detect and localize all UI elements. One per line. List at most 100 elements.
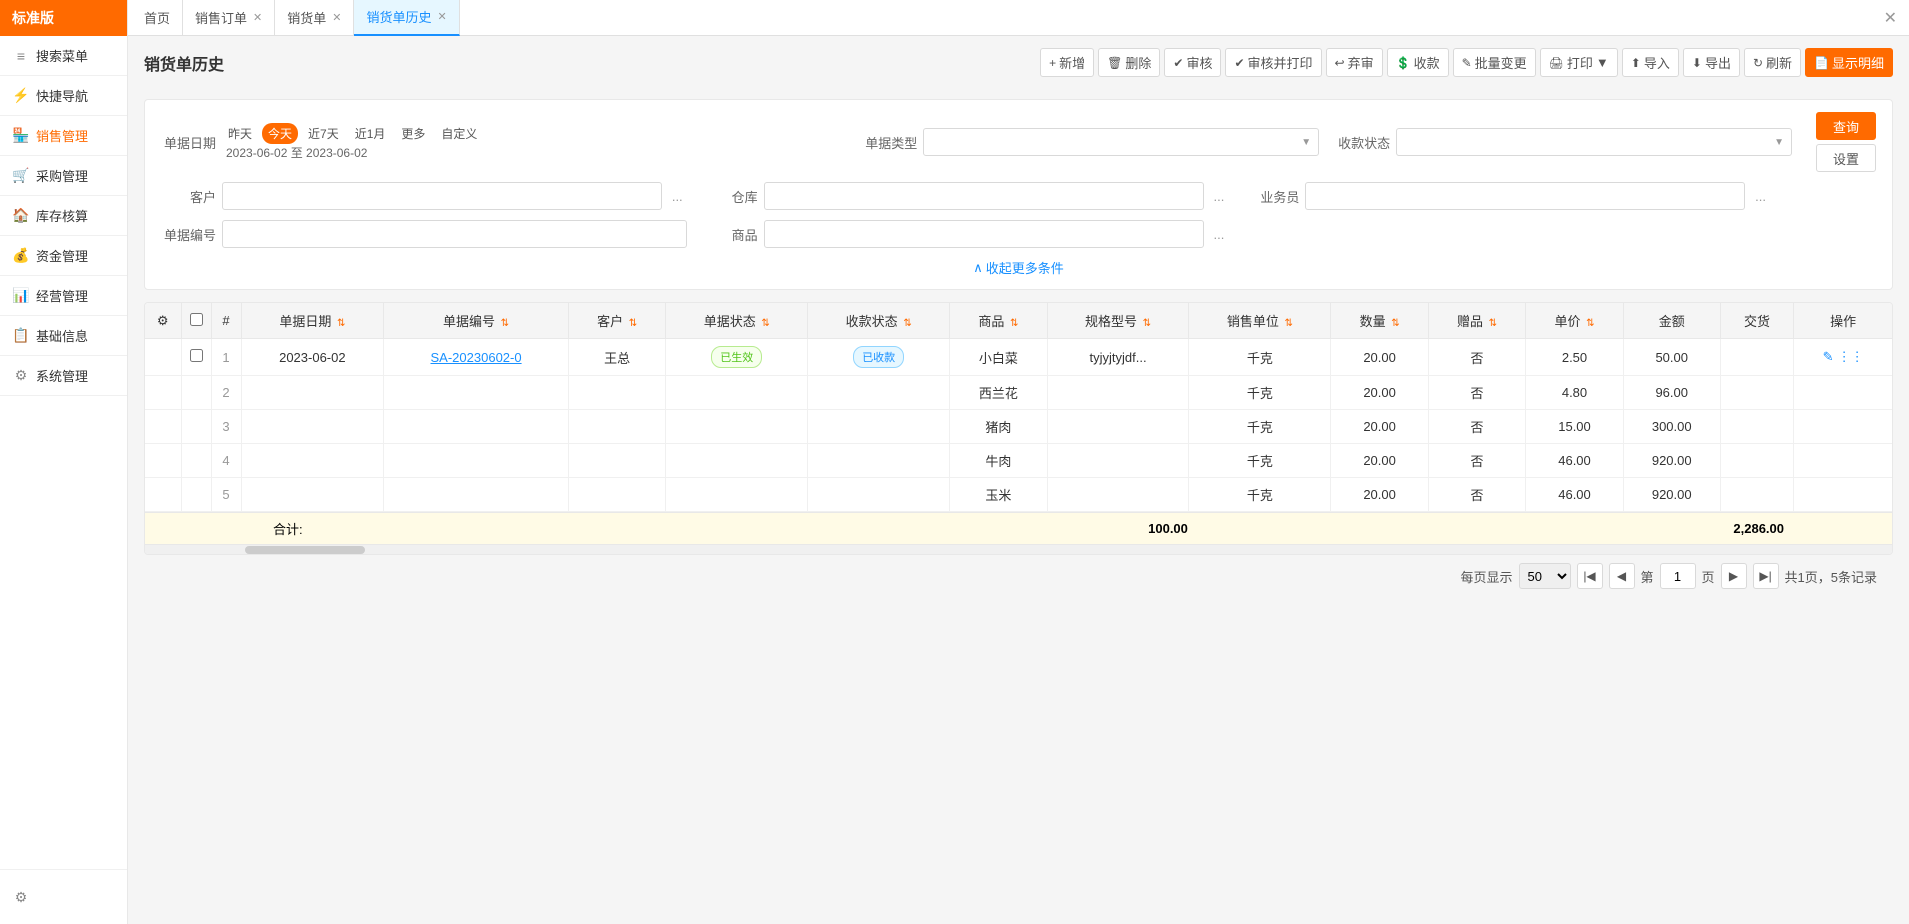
- batch-change-button[interactable]: ✎ 批量变更: [1453, 48, 1536, 77]
- display-detail-button[interactable]: 📄 显示明细: [1805, 48, 1893, 77]
- cell-settings: [145, 444, 181, 478]
- export-button[interactable]: ⬇ 导出: [1683, 48, 1740, 77]
- refresh-button[interactable]: ↻ 刷新: [1744, 48, 1801, 77]
- salesperson-dot[interactable]: ...: [1751, 189, 1770, 204]
- cell-customer: [568, 478, 665, 512]
- sidebar-item-inventory[interactable]: 🏠 库存核算: [0, 196, 127, 236]
- cell-doc-status: [666, 478, 808, 512]
- doc-no-input[interactable]: [222, 220, 687, 248]
- col-unit-price[interactable]: 单价 ⇅: [1526, 303, 1623, 339]
- page-input[interactable]: [1660, 563, 1696, 589]
- doc-status-badge: 已生效: [711, 346, 762, 368]
- col-doc-status[interactable]: 单据状态 ⇅: [666, 303, 808, 339]
- sidebar-item-quicknav[interactable]: ⚡ 快捷导航: [0, 76, 127, 116]
- sidebar-item-sales[interactable]: 🏪 销售管理: [0, 116, 127, 156]
- tab-sales-delivery[interactable]: 销货单 ✕: [275, 0, 354, 36]
- tab-sales-delivery-close[interactable]: ✕: [332, 11, 341, 24]
- doc-type-label: 单据类型: [862, 133, 917, 152]
- sidebar-item-purchase[interactable]: 🛒 采购管理: [0, 156, 127, 196]
- cell-num: 2: [211, 376, 241, 410]
- sidebar-item-label: 资金管理: [36, 246, 88, 265]
- edit-icon[interactable]: ✎: [1823, 349, 1834, 365]
- cell-transaction: [1720, 339, 1794, 376]
- sidebar-item-search[interactable]: ≡ 搜索菜单: [0, 36, 127, 76]
- receipt-button[interactable]: 💲 收款: [1387, 48, 1449, 77]
- tab-home[interactable]: 首页: [132, 0, 183, 36]
- col-gift[interactable]: 赠品 ⇅: [1428, 303, 1525, 339]
- select-all-checkbox[interactable]: [190, 313, 203, 326]
- cell-doc-status: [666, 410, 808, 444]
- salesperson-input[interactable]: [1305, 182, 1745, 210]
- row-checkbox[interactable]: [190, 349, 203, 362]
- warehouse-dot[interactable]: ...: [1210, 189, 1229, 204]
- last-page-button[interactable]: ▶|: [1753, 563, 1779, 589]
- doc-no-link[interactable]: SA-20230602-0: [431, 350, 522, 365]
- query-button[interactable]: 查询: [1816, 112, 1876, 140]
- data-table: ⚙ # 单据日期 ⇅ 单据编号 ⇅: [145, 303, 1892, 512]
- col-goods[interactable]: 商品 ⇅: [950, 303, 1047, 339]
- set-button[interactable]: 设置: [1816, 144, 1876, 172]
- print-button[interactable]: 🖨 打印 ▼: [1540, 48, 1618, 77]
- col-qty[interactable]: 数量 ⇅: [1331, 303, 1428, 339]
- abandon-button[interactable]: ↩ 弃审: [1326, 48, 1383, 77]
- import-button[interactable]: ⬆ 导入: [1622, 48, 1679, 77]
- shortcut-custom[interactable]: 自定义: [435, 123, 483, 144]
- cell-settings: [145, 376, 181, 410]
- col-doc-date[interactable]: 单据日期 ⇅: [241, 303, 384, 339]
- sidebar-item-system[interactable]: ⚙ 系统管理: [0, 356, 127, 396]
- audit-button[interactable]: ✔ 审核: [1164, 48, 1221, 77]
- tab-bar-close[interactable]: ✕: [1884, 8, 1905, 28]
- filter-doc-no: 单据编号: [161, 220, 687, 248]
- goods-input[interactable]: [764, 220, 1204, 248]
- receipt-status-label: 收款状态: [1335, 133, 1390, 152]
- col-receipt-status[interactable]: 收款状态 ⇅: [808, 303, 950, 339]
- customer-input[interactable]: [222, 182, 662, 210]
- cell-spec: [1047, 376, 1189, 410]
- col-customer[interactable]: 客户 ⇅: [568, 303, 665, 339]
- horizontal-scrollbar[interactable]: [145, 544, 1892, 554]
- delete-button[interactable]: 🗑 删除: [1098, 48, 1160, 77]
- first-page-button[interactable]: |◀: [1577, 563, 1603, 589]
- more-icon[interactable]: ⋮⋮: [1838, 349, 1864, 365]
- cell-checkbox: [181, 410, 211, 444]
- settings-bottom-icon: ⚙: [12, 888, 30, 906]
- receipt-status-select[interactable]: [1396, 128, 1792, 156]
- tab-sales-history-close[interactable]: ✕: [438, 10, 447, 23]
- col-unit[interactable]: 销售单位 ⇅: [1189, 303, 1331, 339]
- cell-doc-date: [241, 410, 384, 444]
- tab-sales-order[interactable]: 销售订单 ✕: [183, 0, 275, 36]
- collapse-button[interactable]: ∧ 收起更多条件: [161, 258, 1876, 277]
- doc-type-select[interactable]: [923, 128, 1319, 156]
- col-doc-no[interactable]: 单据编号 ⇅: [384, 303, 569, 339]
- sidebar-item-finance[interactable]: 💰 资金管理: [0, 236, 127, 276]
- col-action: 操作: [1794, 303, 1892, 339]
- col-spec[interactable]: 规格型号 ⇅: [1047, 303, 1189, 339]
- sidebar-item-basic[interactable]: 📋 基础信息: [0, 316, 127, 356]
- main-area: 首页 销售订单 ✕ 销货单 ✕ 销货单历史 ✕ ✕ 销货单历史 + 新增: [128, 0, 1909, 924]
- tab-sales-order-label: 销售订单: [195, 8, 247, 27]
- col-settings[interactable]: ⚙: [145, 303, 181, 339]
- goods-label: 商品: [703, 225, 758, 244]
- date-range-text: 2023-06-02 至 2023-06-02: [226, 144, 483, 161]
- table-settings-icon[interactable]: ⚙: [157, 313, 169, 328]
- scroll-thumb[interactable]: [245, 546, 365, 554]
- sidebar-item-operation[interactable]: 📊 经营管理: [0, 276, 127, 316]
- customer-dot[interactable]: ...: [668, 189, 687, 204]
- per-page-select[interactable]: 50 20 100: [1519, 563, 1571, 589]
- next-page-button[interactable]: ▶: [1721, 563, 1747, 589]
- col-doc-date-sort: ⇅: [337, 318, 345, 329]
- shortcut-7days[interactable]: 近7天: [302, 123, 345, 144]
- sidebar-item-settings-bottom[interactable]: ⚙: [0, 878, 127, 916]
- shortcut-today[interactable]: 今天: [262, 123, 298, 144]
- customer-label: 客户: [161, 187, 216, 206]
- shortcut-yesterday[interactable]: 昨天: [222, 123, 258, 144]
- audit-print-button[interactable]: ✔ 审核并打印: [1225, 48, 1321, 77]
- prev-page-button[interactable]: ◀: [1609, 563, 1635, 589]
- new-button[interactable]: + 新增: [1040, 48, 1094, 77]
- shortcut-1month[interactable]: 近1月: [349, 123, 392, 144]
- shortcut-more[interactable]: 更多: [395, 123, 431, 144]
- warehouse-input[interactable]: [764, 182, 1204, 210]
- goods-dot[interactable]: ...: [1210, 227, 1229, 242]
- tab-sales-order-close[interactable]: ✕: [253, 11, 262, 24]
- tab-sales-history[interactable]: 销货单历史 ✕: [354, 0, 459, 36]
